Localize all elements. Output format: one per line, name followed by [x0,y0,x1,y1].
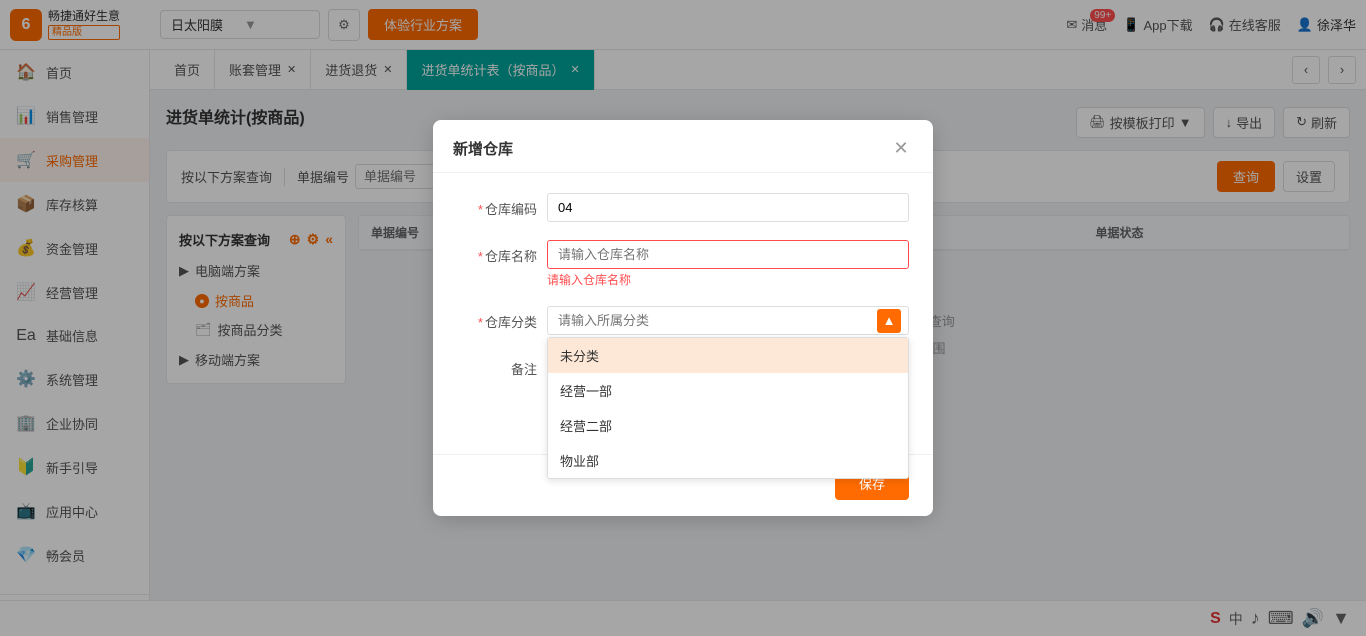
chevron-up-icon: ▲ [883,313,896,328]
dialog-title: 新增仓库 [453,138,513,159]
code-field [547,193,909,222]
code-input[interactable] [547,193,909,222]
name-input[interactable] [547,240,909,269]
category-field: ▲ 未分类 经营一部 经营二部 物业部 [547,306,909,335]
dropdown-item-unclassified[interactable]: 未分类 [548,338,908,373]
code-label: *仓库编码 [457,193,537,218]
category-dropdown: 未分类 经营一部 经营二部 物业部 [547,337,909,479]
dropdown-item-dept1[interactable]: 经营一部 [548,373,908,408]
name-label: *仓库名称 [457,240,537,265]
category-arrow-button[interactable]: ▲ [877,309,901,333]
notes-label: 备注 [457,353,537,378]
dialog-body: *仓库编码 *仓库名称 请输入仓库名称 *仓库分类 [433,173,933,454]
dropdown-item-dept3[interactable]: 物业部 [548,443,908,478]
new-warehouse-dialog: 新增仓库 ✕ *仓库编码 *仓库名称 请输入仓库名称 [433,120,933,516]
category-label: *仓库分类 [457,306,537,331]
dialog-close-button[interactable]: ✕ [889,136,913,160]
code-row: *仓库编码 [457,193,909,222]
dialog-header: 新增仓库 ✕ [433,120,933,173]
name-row: *仓库名称 请输入仓库名称 [457,240,909,288]
dropdown-item-dept2[interactable]: 经营二部 [548,408,908,443]
name-error-msg: 请输入仓库名称 [547,271,909,288]
modal-overlay[interactable]: 新增仓库 ✕ *仓库编码 *仓库名称 请输入仓库名称 [0,0,1366,636]
category-input[interactable] [547,306,909,335]
name-field: 请输入仓库名称 [547,240,909,288]
category-row: *仓库分类 ▲ 未分类 经营一部 经营二部 物业部 [457,306,909,335]
